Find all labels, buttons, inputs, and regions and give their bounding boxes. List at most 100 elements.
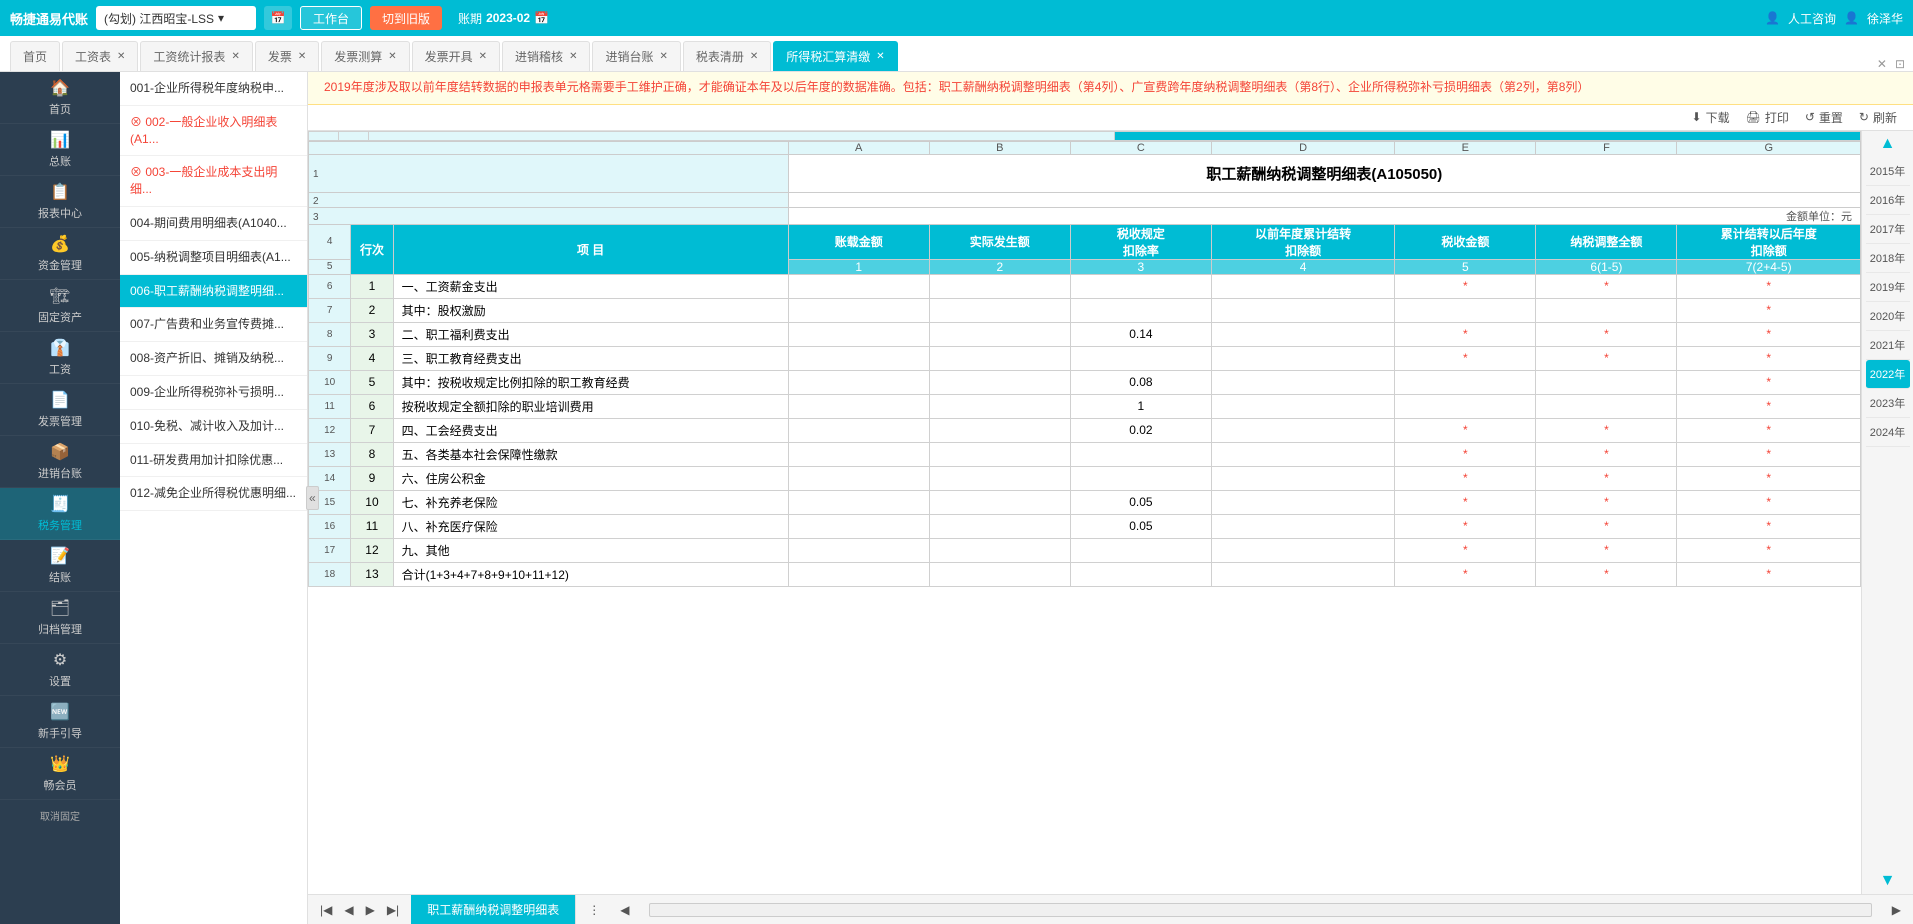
table-c3[interactable]: 1 bbox=[1070, 394, 1211, 418]
table-c2[interactable] bbox=[929, 490, 1070, 514]
table-c4[interactable] bbox=[1211, 394, 1394, 418]
left-panel-item-008[interactable]: 008-资产折旧、摊销及纳税... bbox=[120, 342, 307, 376]
table-c6[interactable] bbox=[1536, 370, 1677, 394]
table-c1[interactable] bbox=[788, 490, 929, 514]
tab-home[interactable]: 首页 bbox=[10, 41, 60, 71]
sidebar-item-funds[interactable]: 💰 资金管理 bbox=[0, 228, 120, 280]
scroll-left-btn[interactable]: ◀ bbox=[616, 901, 633, 919]
table-c2[interactable] bbox=[929, 514, 1070, 538]
left-panel-item-009[interactable]: 009-企业所得税弥补亏损明... bbox=[120, 376, 307, 410]
table-c3[interactable]: 0.02 bbox=[1070, 418, 1211, 442]
calendar-icon[interactable]: 📅 bbox=[534, 11, 549, 25]
table-c2[interactable] bbox=[929, 370, 1070, 394]
table-c2[interactable] bbox=[929, 562, 1070, 586]
sidebar-item-general-ledger[interactable]: 📊 总账 bbox=[0, 124, 120, 176]
sidebar-item-home[interactable]: 🏠 首页 bbox=[0, 72, 120, 124]
left-panel-item-002[interactable]: ⊗ 002-一般企业收入明细表(A1... bbox=[120, 106, 307, 157]
sheet-menu-icon[interactable]: ⋮ bbox=[588, 903, 600, 917]
tab-income-tax[interactable]: 所得税汇算清缴 ✕ bbox=[773, 41, 897, 71]
year-item[interactable]: 2016年 bbox=[1866, 186, 1910, 215]
table-c4[interactable] bbox=[1211, 370, 1394, 394]
table-c2[interactable] bbox=[929, 538, 1070, 562]
table-c2[interactable] bbox=[929, 394, 1070, 418]
year-item[interactable]: 2019年 bbox=[1866, 273, 1910, 302]
table-c4[interactable] bbox=[1211, 418, 1394, 442]
table-c5[interactable]: * bbox=[1395, 562, 1536, 586]
reset-button[interactable]: ↺ 重置 bbox=[1805, 109, 1843, 126]
table-c1[interactable] bbox=[788, 442, 929, 466]
print-button[interactable]: 🖨 打印 bbox=[1746, 109, 1789, 126]
tab-tax-close[interactable]: ✕ bbox=[750, 51, 758, 62]
table-c5[interactable]: * bbox=[1395, 538, 1536, 562]
sidebar-item-archive[interactable]: 🗂 归档管理 bbox=[0, 592, 120, 644]
table-c6[interactable]: * bbox=[1536, 514, 1677, 538]
table-c4[interactable] bbox=[1211, 442, 1394, 466]
table-c4[interactable] bbox=[1211, 298, 1394, 322]
table-c5[interactable]: * bbox=[1395, 490, 1536, 514]
table-c1[interactable] bbox=[788, 274, 929, 298]
left-panel-item-012[interactable]: 012-减免企业所得税优惠明细... bbox=[120, 477, 307, 511]
tab-payroll-report-close[interactable]: ✕ bbox=[231, 51, 239, 62]
tab-ledger[interactable]: 进销台账 ✕ bbox=[592, 41, 680, 71]
table-c3[interactable] bbox=[1070, 346, 1211, 370]
table-c2[interactable] bbox=[929, 298, 1070, 322]
table-c6[interactable]: * bbox=[1536, 322, 1677, 346]
table-c4[interactable] bbox=[1211, 466, 1394, 490]
table-c3[interactable] bbox=[1070, 466, 1211, 490]
table-c5[interactable]: * bbox=[1395, 514, 1536, 538]
year-item[interactable]: 2020年 bbox=[1866, 302, 1910, 331]
collapse-panel-button[interactable]: « bbox=[306, 486, 319, 510]
horizontal-scrollbar[interactable] bbox=[649, 903, 1871, 917]
table-c3[interactable]: 0.05 bbox=[1070, 514, 1211, 538]
table-c6[interactable]: * bbox=[1536, 466, 1677, 490]
table-c1[interactable] bbox=[788, 562, 929, 586]
year-scroll-up[interactable]: ▲ bbox=[1866, 131, 1910, 157]
sidebar-item-reports[interactable]: 📋 报表中心 bbox=[0, 176, 120, 228]
sidebar-item-vip[interactable]: 👑 畅会员 bbox=[0, 748, 120, 800]
left-panel-item-007[interactable]: 007-广告费和业务宣传费摊... bbox=[120, 308, 307, 342]
sidebar-item-settings[interactable]: ⚙ 设置 bbox=[0, 644, 120, 696]
tab-invoice[interactable]: 发票 ✕ bbox=[255, 41, 319, 71]
table-c6[interactable]: * bbox=[1536, 274, 1677, 298]
table-c4[interactable] bbox=[1211, 514, 1394, 538]
tab-ledger-close[interactable]: ✕ bbox=[659, 51, 667, 62]
table-c7[interactable]: * bbox=[1677, 322, 1861, 346]
scroll-right-btn[interactable]: ▶ bbox=[1888, 901, 1905, 919]
table-c2[interactable] bbox=[929, 442, 1070, 466]
table-c5[interactable] bbox=[1395, 298, 1536, 322]
table-c1[interactable] bbox=[788, 466, 929, 490]
left-panel-item-011[interactable]: 011-研发费用加计扣除优惠... bbox=[120, 444, 307, 478]
tab-payroll-close[interactable]: ✕ bbox=[117, 51, 125, 62]
username-label[interactable]: 徐泽华 bbox=[1867, 10, 1903, 27]
table-c5[interactable]: * bbox=[1395, 274, 1536, 298]
table-c4[interactable] bbox=[1211, 562, 1394, 586]
table-c7[interactable]: * bbox=[1677, 274, 1861, 298]
table-c6[interactable]: * bbox=[1536, 442, 1677, 466]
year-item[interactable]: 2017年 bbox=[1866, 215, 1910, 244]
table-c1[interactable] bbox=[788, 418, 929, 442]
table-c3[interactable]: 0.14 bbox=[1070, 322, 1211, 346]
table-c3[interactable]: 0.05 bbox=[1070, 490, 1211, 514]
table-c7[interactable]: * bbox=[1677, 466, 1861, 490]
nav-next-btn[interactable]: ▶ bbox=[362, 901, 379, 919]
tab-verify-close[interactable]: ✕ bbox=[569, 51, 577, 62]
tab-income-tax-close[interactable]: ✕ bbox=[876, 51, 884, 62]
left-panel-item-005[interactable]: 005-纳税调整项目明细表(A1... bbox=[120, 241, 307, 275]
table-c7[interactable]: * bbox=[1677, 490, 1861, 514]
refresh-button[interactable]: ↻ 刷新 bbox=[1859, 109, 1897, 126]
tab-tax[interactable]: 税表清册 ✕ bbox=[683, 41, 771, 71]
tab-invoice-calc-close[interactable]: ✕ bbox=[388, 51, 396, 62]
bottom-sheet-tab[interactable]: 职工薪酬纳税调整明细表 bbox=[411, 895, 576, 924]
tab-payroll-report[interactable]: 工资统计报表 ✕ bbox=[140, 41, 252, 71]
user-service-label[interactable]: 人工咨询 bbox=[1788, 10, 1836, 27]
table-c7[interactable]: * bbox=[1677, 538, 1861, 562]
table-c7[interactable]: * bbox=[1677, 442, 1861, 466]
nav-first-btn[interactable]: |◀ bbox=[316, 901, 336, 919]
table-c6[interactable] bbox=[1536, 394, 1677, 418]
table-c7[interactable]: * bbox=[1677, 298, 1861, 322]
tab-invoice-issue[interactable]: 发票开具 ✕ bbox=[412, 41, 500, 71]
tab-close-all-icon[interactable]: ✕ bbox=[1877, 57, 1887, 71]
table-c5[interactable]: * bbox=[1395, 466, 1536, 490]
sidebar-item-invoice-mgmt[interactable]: 📄 发票管理 bbox=[0, 384, 120, 436]
left-panel-item-006[interactable]: 006-职工薪酬纳税调整明细... bbox=[120, 275, 307, 309]
